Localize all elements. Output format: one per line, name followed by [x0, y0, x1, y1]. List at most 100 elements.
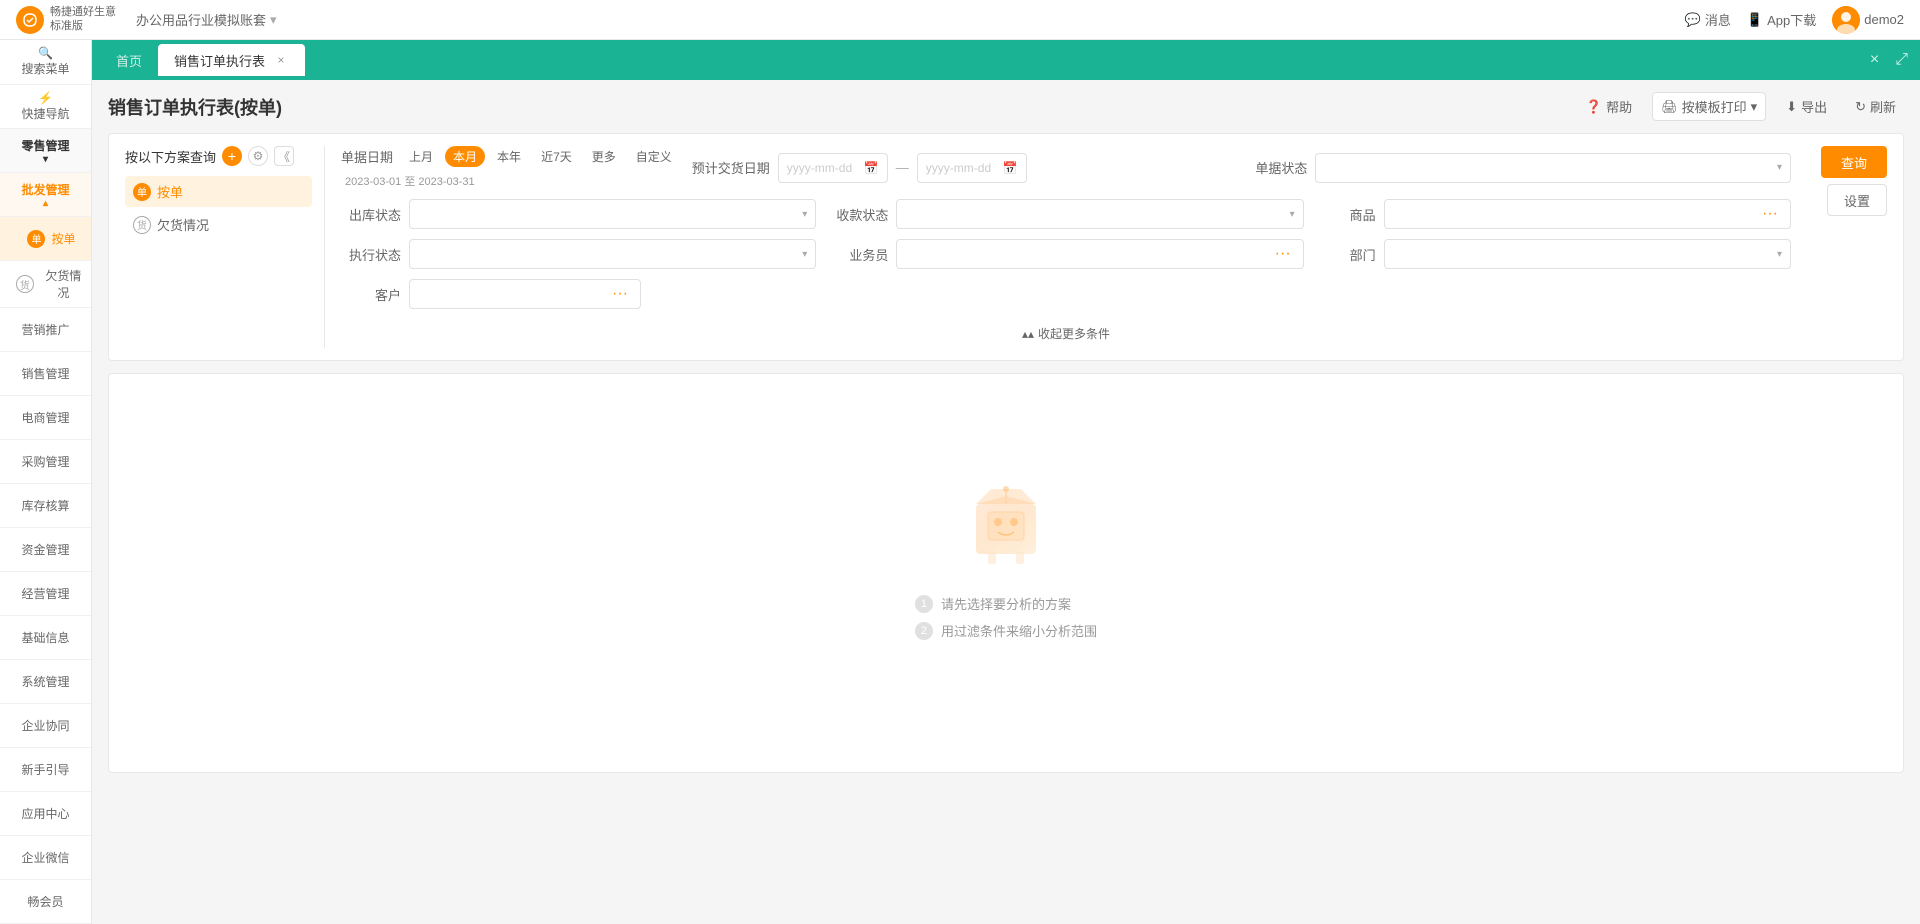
tab-bar: 首页 销售订单执行表 × × ⤢ [92, 40, 1920, 80]
customer-dots-icon[interactable]: ··· [608, 285, 632, 303]
sidebar-item-newbie[interactable]: 新手引导 [0, 748, 91, 792]
receipt-status-label: 收款状态 [828, 205, 888, 224]
customer-input[interactable]: ··· [409, 279, 641, 309]
filter-order-status: 单据状态 ▾ [1247, 153, 1791, 183]
search-icon: 🔍 [38, 46, 53, 60]
date-tab-last-month[interactable]: 上月 [401, 146, 441, 167]
date-label: 单据日期 [341, 147, 393, 166]
sidebar-item-wechat[interactable]: 企业微信 [0, 836, 91, 880]
salesman-dots-icon[interactable]: ··· [1271, 245, 1295, 263]
help-button[interactable]: ❓ 帮助 [1578, 93, 1640, 120]
user-avatar-action[interactable]: demo2 [1832, 6, 1904, 34]
sidebar-item-quick-nav[interactable]: ⚡ 快捷导航 [0, 85, 91, 130]
date-tab-custom[interactable]: 自定义 [628, 146, 680, 167]
goods-dots-icon[interactable]: ··· [1758, 205, 1782, 223]
refresh-button[interactable]: ↻ 刷新 [1847, 93, 1904, 120]
sidebar: 🔍 搜索菜单 ⚡ 快捷导航 零售管理 ▾ 批发管理 ▴ 单 按单 货 欠货情况 [0, 40, 92, 924]
sidebar-item-enterprise[interactable]: 企业协同 [0, 704, 91, 748]
filter-panel: 按以下方案查询 + ⚙ 《 单 按单 货 欠货情况 [108, 133, 1904, 361]
sidebar-item-member[interactable]: 畅会员 [0, 880, 91, 924]
filter-row-1: 单据日期 上月 本月 本年 近7天 更多 自定义 [341, 146, 1791, 189]
filter-collapse-button[interactable]: 《 [274, 146, 294, 166]
window-expand-icon[interactable]: ⤢ [1891, 47, 1912, 73]
filter-add-button[interactable]: + [222, 146, 242, 166]
date-tab-this-year[interactable]: 本年 [489, 146, 529, 167]
help-icon: ❓ [1586, 99, 1602, 115]
sidebar-item-inventory[interactable]: 库存核算 [0, 484, 91, 528]
filter-salesman: 业务员 ··· [828, 239, 1303, 269]
sidebar-item-purchase[interactable]: 采购管理 [0, 440, 91, 484]
top-header-right: 💬 消息 📱 App下载 demo2 [1685, 6, 1904, 34]
logo-icon [16, 6, 44, 34]
filter-setting-button[interactable]: ⚙ [248, 146, 268, 166]
receipt-status-chevron-icon: ▾ [1290, 209, 1295, 220]
sidebar-item-basic[interactable]: 基础信息 [0, 616, 91, 660]
calendar-icon: 📅 [864, 161, 879, 175]
avatar [1832, 6, 1860, 34]
empty-tip-1: 1 请先选择要分析的方案 [915, 594, 1097, 613]
page-content: 销售订单执行表(按单) ❓ 帮助 🖨 按模板打印 ▾ ⬇ 导出 [92, 80, 1920, 924]
filter-expected-delivery: 预计交货日期 yyyy-mm-dd 📅 — yyyy-mm-dd [692, 153, 1236, 183]
order-status-select[interactable]: ▾ [1315, 153, 1791, 183]
tip-num-2: 2 [915, 622, 933, 640]
query-button[interactable]: 查询 [1821, 146, 1887, 178]
dept-label: 部门 [1316, 245, 1376, 264]
filter-nav-press[interactable]: 单 按单 [125, 176, 312, 207]
breadcrumb-area: 办公用品行业模拟账套 ▾ [136, 10, 277, 29]
collapse-button[interactable]: ▴▴ 收起更多条件 [341, 319, 1791, 348]
tab-home[interactable]: 首页 [100, 44, 158, 76]
date-tabs: 上月 本月 本年 近7天 更多 自定义 [401, 146, 680, 167]
tab-sales-order[interactable]: 销售订单执行表 × [158, 44, 305, 76]
date-tab-this-month[interactable]: 本月 [445, 146, 485, 167]
salesman-input[interactable]: ··· [896, 239, 1303, 269]
calendar-end-icon: 📅 [1003, 161, 1018, 175]
wholesale-chevron-icon: ▴ [43, 198, 48, 209]
export-button[interactable]: ⬇ 导出 [1778, 93, 1835, 120]
out-status-select[interactable]: ▾ [409, 199, 816, 229]
tab-close-icon[interactable]: × [273, 52, 289, 68]
app-icon: 📱 [1747, 12, 1763, 28]
sidebar-item-appstore[interactable]: 应用中心 [0, 792, 91, 836]
sidebar-item-retail[interactable]: 零售管理 ▾ [0, 129, 91, 173]
window-close-icon[interactable]: × [1866, 47, 1883, 73]
empty-illustration [946, 454, 1066, 574]
sidebar-item-system[interactable]: 系统管理 [0, 660, 91, 704]
username: demo2 [1864, 12, 1904, 27]
breadcrumb-dropdown-icon[interactable]: ▾ [270, 12, 277, 28]
empty-state: 1 请先选择要分析的方案 2 用过滤条件来缩小分析范围 [109, 374, 1903, 720]
tip-num-1: 1 [915, 595, 933, 613]
expected-date-start-input[interactable]: yyyy-mm-dd 📅 [778, 153, 888, 183]
sidebar-item-wholesale[interactable]: 批发管理 ▴ [0, 173, 91, 217]
filter-left: 按以下方案查询 + ⚙ 《 单 按单 货 欠货情况 [125, 146, 325, 348]
sidebar-item-search[interactable]: 🔍 搜索菜单 [0, 40, 91, 85]
exec-status-select[interactable]: ▾ [409, 239, 816, 269]
filter-goods: 商品 ··· [1316, 199, 1791, 229]
expected-date-end-input[interactable]: yyyy-mm-dd 📅 [917, 153, 1027, 183]
sidebar-item-sales[interactable]: 销售管理 [0, 352, 91, 396]
date-tab-7days[interactable]: 近7天 [533, 146, 580, 167]
sidebar-item-marketing[interactable]: 营销推广 [0, 308, 91, 352]
sidebar-item-ecommerce[interactable]: 电商管理 [0, 396, 91, 440]
filter-exec-status: 执行状态 ▾ [341, 239, 816, 269]
empty-tip-2: 2 用过滤条件来缩小分析范围 [915, 621, 1097, 640]
logo-area: 畅捷通好生意 标准版 [16, 6, 116, 34]
dept-select[interactable]: ▾ [1384, 239, 1791, 269]
sidebar-subitem-press[interactable]: 单 按单 [0, 217, 91, 261]
tab-bar-actions: × ⤢ [1866, 47, 1912, 73]
query-actions: 查询 设置 [1807, 146, 1887, 348]
date-tab-more[interactable]: 更多 [584, 146, 624, 167]
print-button[interactable]: 🖨 按模板打印 ▾ [1652, 92, 1766, 121]
sidebar-item-finance[interactable]: 资金管理 [0, 528, 91, 572]
message-action[interactable]: 💬 消息 [1685, 10, 1731, 29]
date-range-hint: 2023-03-01 至 2023-03-31 [345, 173, 475, 189]
sidebar-subitem-arrears[interactable]: 货 欠货情况 [0, 261, 91, 308]
filter-nav-arrears[interactable]: 货 欠货情况 [125, 209, 312, 240]
content-area: 首页 销售订单执行表 × × ⤢ 销售订单执行表(按单) ❓ 帮助 [92, 40, 1920, 924]
retail-label: 零售管理 [21, 137, 69, 154]
goods-input[interactable]: ··· [1384, 199, 1791, 229]
setting-button[interactable]: 设置 [1827, 184, 1887, 216]
sidebar-item-operation[interactable]: 经营管理 [0, 572, 91, 616]
app-download-action[interactable]: 📱 App下载 [1747, 10, 1816, 29]
filter-row-3: 执行状态 ▾ 业务员 · [341, 239, 1791, 269]
receipt-status-select[interactable]: ▾ [896, 199, 1303, 229]
